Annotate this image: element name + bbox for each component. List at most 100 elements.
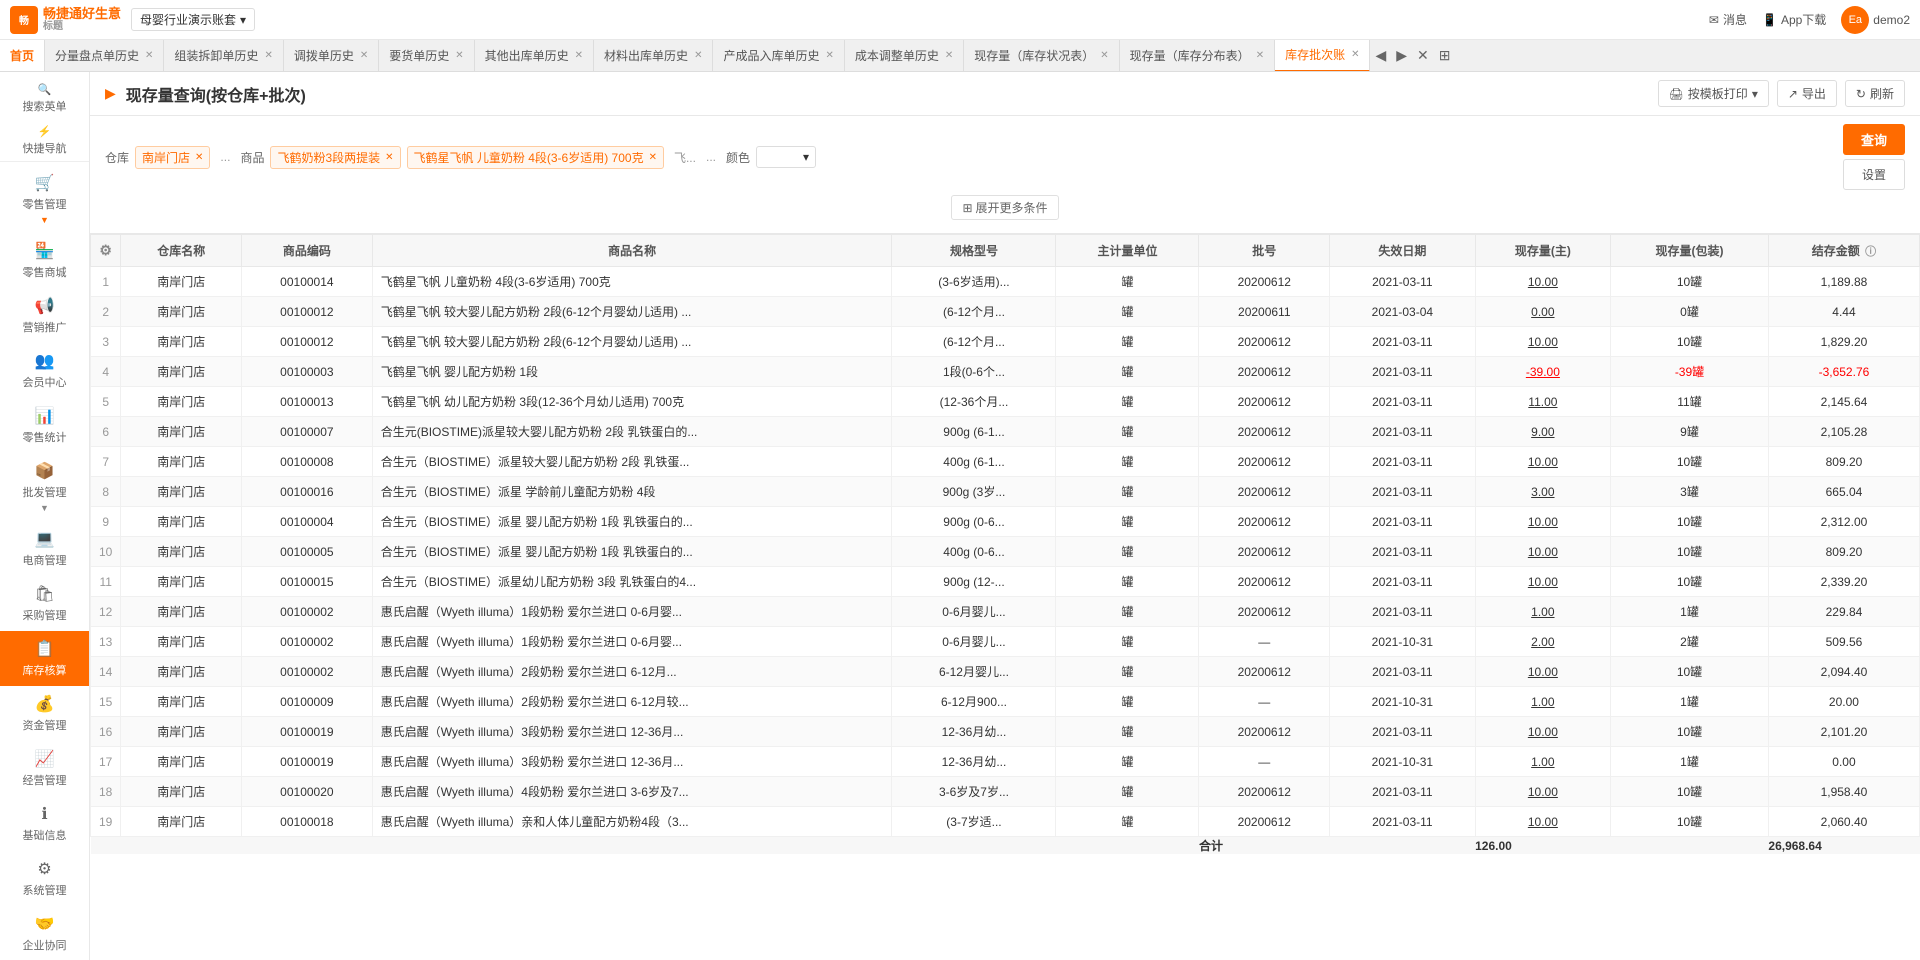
sidebar-item-search[interactable]: 🔍 搜索英单	[0, 77, 89, 120]
tab-product-in-close[interactable]: ✕	[825, 50, 833, 61]
tab-batch-close[interactable]: ✕	[1351, 49, 1359, 60]
cell-qty-main[interactable]: 10.00	[1475, 267, 1611, 297]
cell-qty-main[interactable]: 0.00	[1475, 297, 1611, 327]
cell-unit: 罐	[1056, 807, 1199, 837]
setting-btn[interactable]: 设置	[1843, 159, 1905, 190]
tab-inventory-status[interactable]: 现存量（库存状况表） ✕	[964, 40, 1119, 72]
cell-expire: 2021-03-11	[1330, 657, 1476, 687]
tab-next-btn[interactable]: ▶	[1391, 40, 1412, 72]
tab-material-out[interactable]: 材料出库单历史 ✕	[594, 40, 713, 72]
cell-name: 惠氏启醒（Wyeth illuma）1段奶粉 爱尔兰进口 0-6月婴...	[372, 627, 892, 657]
tab-request[interactable]: 要货单历史 ✕	[379, 40, 474, 72]
cell-qty-main[interactable]: 3.00	[1475, 477, 1611, 507]
sidebar-item-operation[interactable]: 📈 经营管理	[0, 741, 89, 796]
cell-spec: (3-6岁适用)...	[892, 267, 1056, 297]
sidebar-item-nav[interactable]: ⚡ 快捷导航	[0, 120, 89, 162]
tab-material-out-close[interactable]: ✕	[694, 50, 702, 61]
tab-product-in[interactable]: 产成品入库单历史 ✕	[713, 40, 844, 72]
tab-mix-close[interactable]: ✕	[360, 50, 368, 61]
cell-qty-main[interactable]: 9.00	[1475, 417, 1611, 447]
sidebar-item-stats[interactable]: 📊 零售统计	[0, 398, 89, 453]
tab-close-btn[interactable]: ✕	[1412, 40, 1434, 72]
amount-info-icon[interactable]: ⓘ	[1865, 246, 1876, 258]
print-btn[interactable]: 🖨 按模板打印 ▾	[1658, 80, 1769, 107]
sidebar-item-retail[interactable]: 🛒 零售管理 ▼	[0, 165, 89, 233]
expand-more-btn[interactable]: ⊞ 展开更多条件	[951, 195, 1058, 220]
tab-disassemble-close[interactable]: ✕	[264, 50, 272, 61]
sidebar-item-corp[interactable]: 🤝 企业协同	[0, 906, 89, 960]
sidebar-item-shop[interactable]: 🏪 零售商城	[0, 233, 89, 288]
query-btn-area: 查询 设置	[1843, 124, 1905, 190]
sidebar-item-inventory[interactable]: 📋 库存核算	[0, 631, 89, 686]
cell-qty-main[interactable]: 10.00	[1475, 807, 1611, 837]
expand-icon[interactable]: ▶	[105, 85, 116, 102]
sidebar-item-ecommerce[interactable]: 💻 电商管理	[0, 521, 89, 576]
cell-qty-main[interactable]: 10.00	[1475, 657, 1611, 687]
warehouse-tag-remove[interactable]: ✕	[195, 152, 203, 163]
product-tag-0[interactable]: 飞鹤奶粉3段两提装 ✕	[270, 146, 400, 169]
table-row: 5 南岸门店 00100013 飞鹤星飞帆 幼儿配方奶粉 3段(12-36个月幼…	[91, 387, 1920, 417]
tab-cost[interactable]: 成本调整单历史 ✕	[845, 40, 964, 72]
cell-qty-main[interactable]: 1.00	[1475, 747, 1611, 777]
color-select[interactable]: ▾	[756, 146, 816, 168]
tab-split[interactable]: 分量盘点单历史 ✕	[45, 40, 164, 72]
sidebar-item-purchase[interactable]: 🛍 采购管理	[0, 576, 89, 631]
sidebar-item-member[interactable]: 👥 会员中心	[0, 343, 89, 398]
tab-prev-btn[interactable]: ◀	[1370, 40, 1391, 72]
cell-qty-main[interactable]: 2.00	[1475, 627, 1611, 657]
tab-request-close[interactable]: ✕	[455, 50, 463, 61]
refresh-btn[interactable]: ↻ 刷新	[1845, 80, 1905, 107]
cell-qty-main[interactable]: 10.00	[1475, 447, 1611, 477]
cell-qty-main[interactable]: 10.00	[1475, 507, 1611, 537]
cell-qty-main[interactable]: 11.00	[1475, 387, 1611, 417]
cell-qty-main[interactable]: 10.00	[1475, 777, 1611, 807]
product-more[interactable]: 飞...	[674, 149, 696, 166]
cell-qty-main[interactable]: 10.00	[1475, 567, 1611, 597]
warehouse-tag-0[interactable]: 南岸门店 ✕	[135, 146, 210, 169]
messages-btn[interactable]: ✉ 消息	[1709, 11, 1747, 28]
cell-qty-main[interactable]: -39.00	[1475, 357, 1611, 387]
cell-batch: 20200612	[1199, 507, 1330, 537]
cell-name: 飞鹤星飞帆 儿童奶粉 4段(3-6岁适用) 700克	[372, 267, 892, 297]
warehouse-more[interactable]: ...	[220, 150, 230, 164]
tab-inventory-status-close[interactable]: ✕	[1100, 50, 1108, 61]
col-qty-main: 现存量(主)	[1475, 235, 1611, 267]
cell-unit: 罐	[1056, 657, 1199, 687]
sidebar-item-wholesale[interactable]: 📦 批发管理 ▼	[0, 453, 89, 521]
app-download-btn[interactable]: 📱 App下载	[1762, 11, 1826, 28]
tab-cost-close[interactable]: ✕	[945, 50, 953, 61]
org-select[interactable]: 母婴行业演示账套 ▾	[131, 8, 255, 31]
product-more-ellipsis[interactable]: ...	[706, 150, 716, 164]
tab-disassemble[interactable]: 组装拆卸单历史 ✕	[164, 40, 283, 72]
product-tag-1-remove[interactable]: ✕	[649, 152, 657, 163]
sidebar-item-system[interactable]: ⚙ 系统管理	[0, 851, 89, 906]
cell-qty-main[interactable]: 10.00	[1475, 537, 1611, 567]
tab-other-out-close[interactable]: ✕	[575, 50, 583, 61]
cell-expire: 2021-03-11	[1330, 477, 1476, 507]
export-btn[interactable]: ↗ 导出	[1777, 80, 1837, 107]
tab-inventory-dist[interactable]: 现存量（库存分布表） ✕	[1120, 40, 1275, 72]
sidebar-item-basic[interactable]: ℹ 基础信息	[0, 796, 89, 851]
tab-batch[interactable]: 库存批次账 ✕	[1275, 40, 1370, 72]
user-menu[interactable]: Ea demo2	[1841, 6, 1910, 34]
tab-other-out[interactable]: 其他出库单历史 ✕	[475, 40, 594, 72]
tab-mix[interactable]: 调拨单历史 ✕	[284, 40, 379, 72]
cell-qty-main[interactable]: 1.00	[1475, 597, 1611, 627]
product-tag-1[interactable]: 飞鹤星飞帆 儿童奶粉 4段(3-6岁适用) 700克 ✕	[407, 146, 664, 169]
cell-qty-pkg: 9罐	[1611, 417, 1769, 447]
gear-icon[interactable]: ⚙	[99, 242, 112, 258]
product-tag-0-remove[interactable]: ✕	[385, 152, 393, 163]
cell-qty-main[interactable]: 1.00	[1475, 687, 1611, 717]
sidebar-item-marketing[interactable]: 📢 营销推广	[0, 288, 89, 343]
sidebar-item-finance[interactable]: 💰 资金管理	[0, 686, 89, 741]
cell-amount: 229.84	[1768, 597, 1919, 627]
cell-qty-main[interactable]: 10.00	[1475, 327, 1611, 357]
tab-menu-btn[interactable]: ⊞	[1434, 40, 1456, 72]
tab-split-close[interactable]: ✕	[145, 50, 153, 61]
tab-inventory-dist-close[interactable]: ✕	[1256, 50, 1264, 61]
tab-home[interactable]: 首页	[0, 40, 45, 72]
cell-qty-main[interactable]: 10.00	[1475, 717, 1611, 747]
query-btn[interactable]: 查询	[1843, 124, 1905, 155]
cell-spec: 900g (3岁...	[892, 477, 1056, 507]
table-body: 1 南岸门店 00100014 飞鹤星飞帆 儿童奶粉 4段(3-6岁适用) 70…	[91, 267, 1920, 837]
